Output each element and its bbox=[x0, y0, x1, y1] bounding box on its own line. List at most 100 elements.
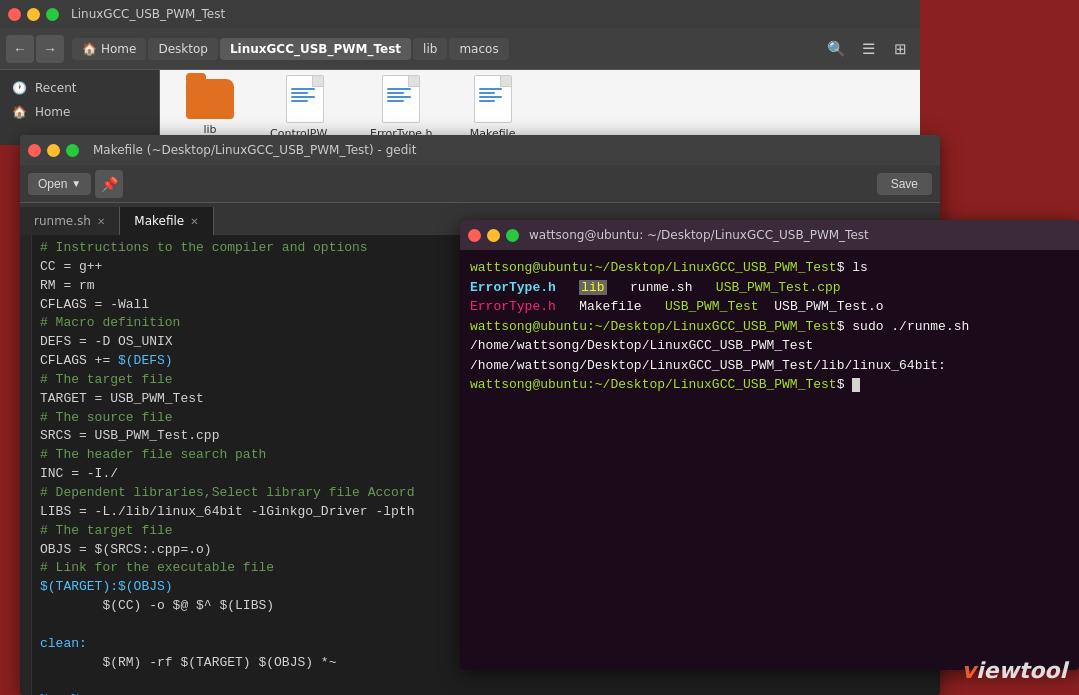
tab-makefile[interactable]: Makefile ✕ bbox=[120, 207, 213, 235]
terminal-line-3: wattsong@ubuntu:~/Desktop/LinuxGCC_USB_P… bbox=[470, 375, 1069, 395]
doc-line bbox=[479, 100, 496, 102]
save-label: Save bbox=[891, 177, 918, 191]
doc-line bbox=[387, 96, 411, 98]
gedit-toolbar: Open ▼ 📌 Save bbox=[20, 165, 940, 203]
tab-runme-label: runme.sh bbox=[34, 214, 91, 228]
breadcrumb-project[interactable]: LinuxGCC_USB_PWM_Test bbox=[220, 38, 411, 60]
terminal-out-path2: /home/wattsong/Desktop/LinuxGCC_USB_PWM_… bbox=[470, 358, 946, 373]
tab-close-icon[interactable]: ✕ bbox=[190, 216, 198, 227]
forward-button[interactable]: → bbox=[36, 35, 64, 63]
home-icon: 🏠 bbox=[82, 42, 97, 56]
dropdown-arrow-icon: ▼ bbox=[71, 178, 81, 189]
file-item-lib[interactable]: lib bbox=[180, 79, 240, 136]
logo-v: v bbox=[962, 658, 976, 683]
gedit-minimize-button[interactable] bbox=[47, 144, 60, 157]
terminal-prompt-1: wattsong@ubuntu:~/Desktop/LinuxGCC_USB_P… bbox=[470, 260, 837, 275]
doc-line bbox=[291, 96, 315, 98]
terminal-file-makefile: Makefile bbox=[579, 299, 665, 314]
doc-icon bbox=[382, 75, 420, 123]
terminal-cursor bbox=[852, 378, 860, 392]
toolbar-right: 🔍 ☰ ⊞ bbox=[822, 35, 914, 63]
terminal-cmd-2: $ sudo ./runme.sh bbox=[837, 319, 970, 334]
terminal-output-files: ErrorType.h lib runme.sh USB_PWM_Test.cp… bbox=[470, 278, 1069, 298]
sidebar-item-home[interactable]: 🏠 Home bbox=[0, 100, 159, 124]
terminal-cmd-1: $ ls bbox=[837, 260, 868, 275]
tab-makefile-label: Makefile bbox=[134, 214, 184, 228]
terminal-title: wattsong@ubuntu: ~/Desktop/LinuxGCC_USB_… bbox=[529, 228, 869, 242]
save-button[interactable]: Save bbox=[877, 173, 932, 195]
gedit-maximize-button[interactable] bbox=[66, 144, 79, 157]
breadcrumb-lib[interactable]: lib bbox=[413, 38, 447, 60]
view-list-button[interactable]: ☰ bbox=[854, 35, 882, 63]
terminal-output-2: /home/wattsong/Desktop/LinuxGCC_USB_PWM_… bbox=[470, 356, 1069, 376]
breadcrumb-bar: 🏠 Home Desktop LinuxGCC_USB_PWM_Test lib… bbox=[72, 38, 814, 60]
close-button[interactable] bbox=[8, 8, 21, 21]
open-button[interactable]: Open ▼ bbox=[28, 173, 91, 195]
minimize-button[interactable] bbox=[27, 8, 40, 21]
doc-line bbox=[479, 92, 496, 94]
terminal-output-files2: ErrorType.h Makefile USB_PWM_Test USB_PW… bbox=[470, 297, 1069, 317]
terminal-file-runme: runme.sh bbox=[607, 280, 716, 295]
file-manager-body: 🕐 Recent 🏠 Home lib bbox=[0, 70, 920, 145]
tab-close-icon[interactable]: ✕ bbox=[97, 216, 105, 227]
terminal-body: wattsong@ubuntu:~/Desktop/LinuxGCC_USB_P… bbox=[460, 250, 1079, 670]
doc-line bbox=[387, 100, 404, 102]
terminal-prompt-2: wattsong@ubuntu:~/Desktop/LinuxGCC_USB_P… bbox=[470, 319, 837, 334]
breadcrumb-home[interactable]: 🏠 Home bbox=[72, 38, 146, 60]
open-label: Open bbox=[38, 177, 67, 191]
doc-line bbox=[291, 88, 315, 90]
recent-icon: 🕐 bbox=[12, 81, 27, 95]
file-item-controlpwm[interactable]: ControlPWM.h bbox=[270, 75, 340, 140]
doc-line bbox=[479, 96, 503, 98]
file-manager-toolbar: ← → 🏠 Home Desktop LinuxGCC_USB_PWM_Test… bbox=[0, 28, 920, 70]
terminal-prompt-3: wattsong@ubuntu:~/Desktop/LinuxGCC_USB_P… bbox=[470, 377, 837, 392]
files-area: lib ControlPWM.h bbox=[160, 70, 920, 145]
tab-runme[interactable]: runme.sh ✕ bbox=[20, 207, 120, 235]
sidebar-item-recent[interactable]: 🕐 Recent bbox=[0, 76, 159, 100]
file-manager-title: LinuxGCC_USB_PWM_Test bbox=[71, 7, 225, 21]
terminal-minimize-button[interactable] bbox=[487, 229, 500, 242]
terminal-line-1: wattsong@ubuntu:~/Desktop/LinuxGCC_USB_P… bbox=[470, 258, 1069, 278]
doc-line bbox=[291, 92, 308, 94]
terminal-line-2: wattsong@ubuntu:~/Desktop/LinuxGCC_USB_P… bbox=[470, 317, 1069, 337]
file-manager-titlebar: LinuxGCC_USB_PWM_Test bbox=[0, 0, 920, 28]
terminal-file-errortype: ErrorType.h bbox=[470, 280, 579, 295]
gedit-title: Makefile (~Desktop/LinuxGCC_USB_PWM_Test… bbox=[93, 143, 416, 157]
back-button[interactable]: ← bbox=[6, 35, 34, 63]
terminal-file-usb-test: USB_PWM_Test bbox=[665, 299, 759, 314]
doc-icon bbox=[286, 75, 324, 123]
search-button[interactable]: 🔍 bbox=[822, 35, 850, 63]
terminal-maximize-button[interactable] bbox=[506, 229, 519, 242]
folder-icon bbox=[186, 79, 234, 119]
terminal-output-1: /home/wattsong/Desktop/LinuxGCC_USB_PWM_… bbox=[470, 336, 1069, 356]
doc-line bbox=[387, 88, 411, 90]
view-grid-button[interactable]: ⊞ bbox=[886, 35, 914, 63]
file-manager-window: LinuxGCC_USB_PWM_Test ← → 🏠 Home Desktop… bbox=[0, 0, 920, 145]
viewtool-logo: viewtool bbox=[962, 658, 1067, 683]
terminal-window: wattsong@ubuntu: ~/Desktop/LinuxGCC_USB_… bbox=[460, 220, 1079, 670]
save-pin-button[interactable]: 📌 bbox=[95, 170, 123, 198]
home-sidebar-icon: 🏠 bbox=[12, 105, 27, 119]
line-numbers bbox=[20, 235, 32, 695]
doc-icon bbox=[474, 75, 512, 123]
file-item-makefile[interactable]: Makefile bbox=[463, 75, 523, 140]
gedit-titlebar: Makefile (~Desktop/LinuxGCC_USB_PWM_Test… bbox=[20, 135, 940, 165]
breadcrumb-desktop[interactable]: Desktop bbox=[148, 38, 218, 60]
doc-line bbox=[387, 92, 404, 94]
gedit-close-button[interactable] bbox=[28, 144, 41, 157]
terminal-close-button[interactable] bbox=[468, 229, 481, 242]
breadcrumb-macos[interactable]: macos bbox=[449, 38, 508, 60]
file-item-errortype[interactable]: ErrorType.h bbox=[370, 75, 433, 140]
terminal-titlebar: wattsong@ubuntu: ~/Desktop/LinuxGCC_USB_… bbox=[460, 220, 1079, 250]
maximize-button[interactable] bbox=[46, 8, 59, 21]
terminal-cmd-3: $ bbox=[837, 377, 853, 392]
terminal-file-lib: lib bbox=[579, 280, 606, 295]
terminal-out-path1: /home/wattsong/Desktop/LinuxGCC_USB_PWM_… bbox=[470, 338, 813, 353]
logo-rest: iewtool bbox=[976, 658, 1067, 683]
terminal-file-usb-cpp: USB_PWM_Test.cpp bbox=[716, 280, 841, 295]
terminal-file-errortype2: ErrorType.h bbox=[470, 299, 579, 314]
sidebar: 🕐 Recent 🏠 Home bbox=[0, 70, 160, 145]
doc-line bbox=[291, 100, 308, 102]
doc-line bbox=[479, 88, 503, 90]
terminal-file-usb-o: USB_PWM_Test.o bbox=[759, 299, 884, 314]
